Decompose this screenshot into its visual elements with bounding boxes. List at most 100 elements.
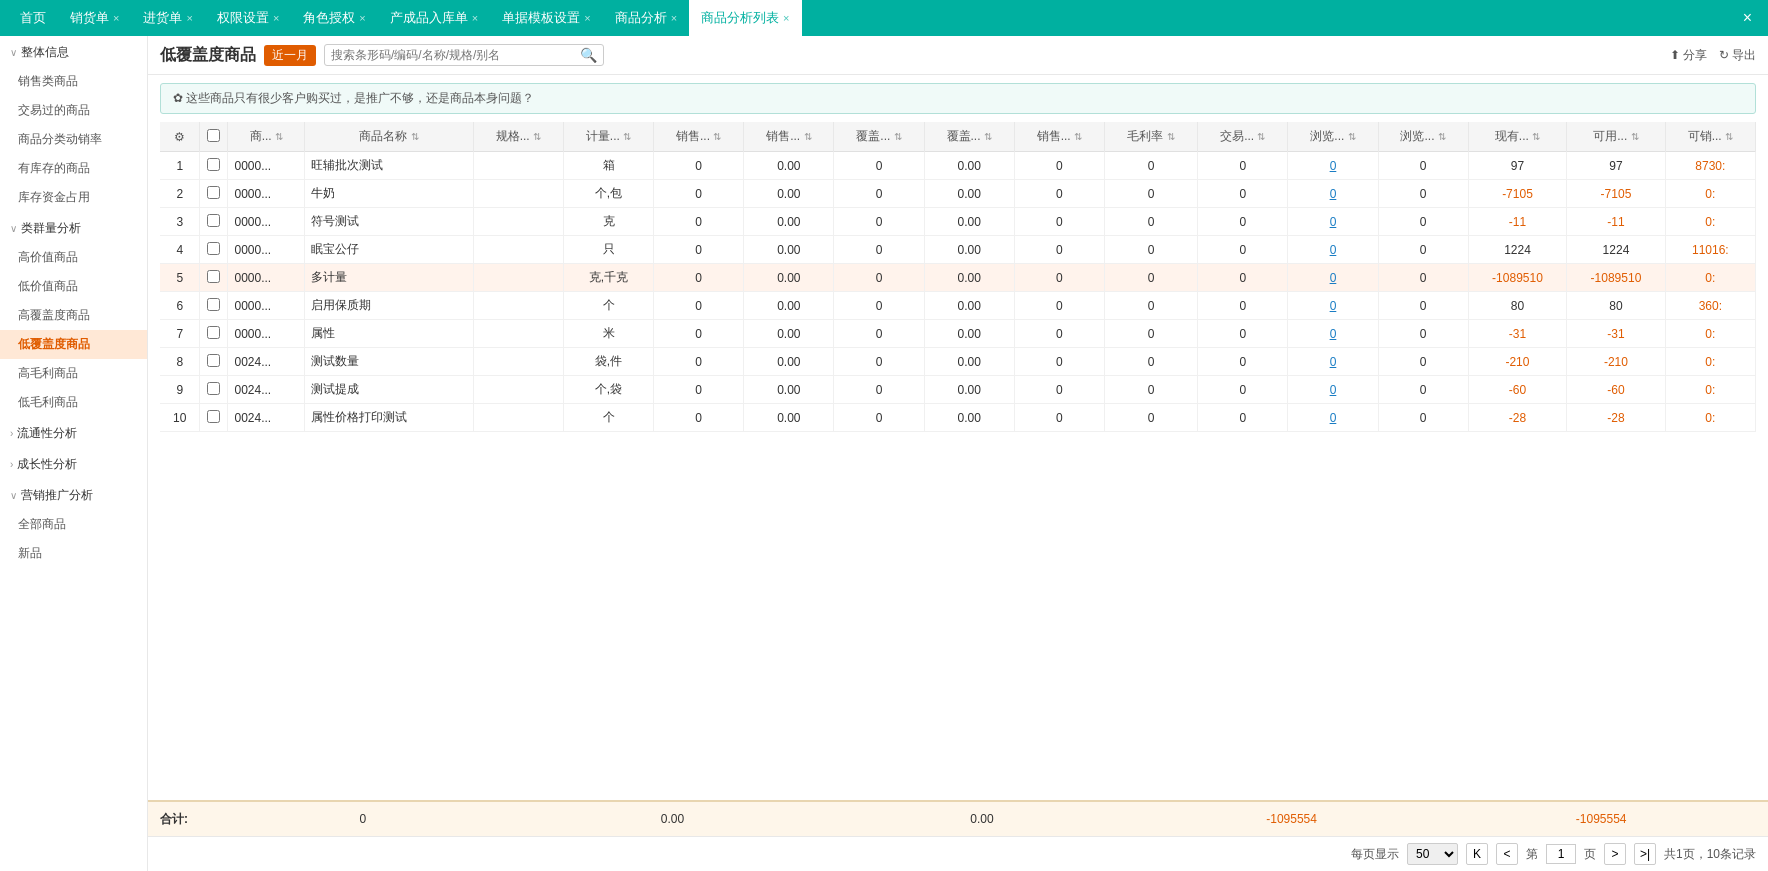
nav-permission-settings-close[interactable]: × — [273, 12, 279, 24]
row-checkbox[interactable] — [207, 382, 220, 395]
export-button[interactable]: ↻ 导出 — [1719, 47, 1756, 64]
col-trade[interactable]: 交易... ⇅ — [1198, 122, 1288, 152]
row-browse1[interactable]: 0 — [1288, 292, 1378, 320]
sidebar-section-marketing-analysis[interactable]: ∨ 营销推广分析 — [0, 479, 147, 510]
row-browse1[interactable]: 0 — [1288, 320, 1378, 348]
nav-home[interactable]: 首页 — [8, 0, 58, 36]
nav-product-analysis-close[interactable]: × — [671, 12, 677, 24]
col-coverage1[interactable]: 覆盖... ⇅ — [834, 122, 924, 152]
row-gross: 0 — [1104, 208, 1197, 236]
nav-template-settings[interactable]: 单据模板设置 × — [490, 0, 602, 36]
row-checkbox[interactable] — [207, 186, 220, 199]
sidebar-section-overall[interactable]: ∨ 整体信息 — [0, 36, 147, 67]
col-settings[interactable]: ⚙ — [160, 122, 200, 152]
row-browse1[interactable]: 0 — [1288, 152, 1378, 180]
nav-product-analysis-list-close[interactable]: × — [783, 12, 789, 24]
sidebar-item-high-value[interactable]: 高价值商品 — [0, 243, 147, 272]
row-browse1[interactable]: 0 — [1288, 404, 1378, 432]
sidebar-section-group-analysis[interactable]: ∨ 类群量分析 — [0, 212, 147, 243]
first-page-button[interactable]: K — [1466, 843, 1488, 865]
row-sales-count: 0 — [654, 348, 744, 376]
sidebar-item-stock-funds[interactable]: 库存资金占用 — [0, 183, 147, 212]
row-name: 测试提成 — [305, 376, 473, 404]
search-input[interactable] — [331, 48, 580, 62]
row-browse2: 0 — [1378, 208, 1468, 236]
nav-sales-order-close[interactable]: × — [113, 12, 119, 24]
sidebar-item-low-coverage[interactable]: 低覆盖度商品 — [0, 330, 147, 359]
nav-product-analysis[interactable]: 商品分析 × — [603, 0, 689, 36]
row-checkbox[interactable] — [207, 326, 220, 339]
table-container[interactable]: ⚙ 商... ⇅ 商品名称 ⇅ 规格... ⇅ 计量... ⇅ 销售... ⇅ … — [148, 122, 1768, 800]
col-code[interactable]: 商... ⇅ — [228, 122, 305, 152]
row-num: 1 — [160, 152, 200, 180]
row-unit: 袋,件 — [563, 348, 653, 376]
sidebar-item-new-goods[interactable]: 新品 — [0, 539, 147, 568]
current-page-input[interactable] — [1546, 844, 1576, 864]
col-gross-rate[interactable]: 毛利率 ⇅ — [1104, 122, 1197, 152]
sidebar-item-low-margin[interactable]: 低毛利商品 — [0, 388, 147, 417]
row-checkbox[interactable] — [207, 242, 220, 255]
col-checkbox[interactable] — [200, 122, 228, 152]
row-current: 97 — [1468, 152, 1566, 180]
col-unit[interactable]: 计量... ⇅ — [563, 122, 653, 152]
next-page-button[interactable]: > — [1604, 843, 1626, 865]
nav-role-auth[interactable]: 角色授权 × — [291, 0, 377, 36]
col-browse1[interactable]: 浏览... ⇅ — [1288, 122, 1378, 152]
sidebar-item-all-goods[interactable]: 全部商品 — [0, 510, 147, 539]
per-page-select[interactable]: 10 20 50 100 — [1407, 843, 1458, 865]
row-browse1[interactable]: 0 — [1288, 208, 1378, 236]
sidebar-item-low-value[interactable]: 低价值商品 — [0, 272, 147, 301]
prev-page-button[interactable]: < — [1496, 843, 1518, 865]
sidebar-item-high-margin[interactable]: 高毛利商品 — [0, 359, 147, 388]
search-icon[interactable]: 🔍 — [580, 47, 597, 63]
sidebar-item-traded-goods[interactable]: 交易过的商品 — [0, 96, 147, 125]
select-all-checkbox[interactable] — [207, 129, 220, 142]
nav-purchase-order-close[interactable]: × — [186, 12, 192, 24]
nav-role-auth-close[interactable]: × — [359, 12, 365, 24]
share-button[interactable]: ⬆ 分享 — [1670, 47, 1707, 64]
nav-sales-order[interactable]: 销货单 × — [58, 0, 131, 36]
row-browse1[interactable]: 0 — [1288, 180, 1378, 208]
nav-purchase-order[interactable]: 进货单 × — [131, 0, 204, 36]
row-num: 10 — [160, 404, 200, 432]
col-sales-count[interactable]: 销售... ⇅ — [654, 122, 744, 152]
sidebar-item-sales-goods[interactable]: 销售类商品 — [0, 67, 147, 96]
row-checkbox[interactable] — [207, 214, 220, 227]
row-checkbox[interactable] — [207, 270, 220, 283]
col-coverage2[interactable]: 覆盖... ⇅ — [924, 122, 1014, 152]
row-browse1[interactable]: 0 — [1288, 348, 1378, 376]
col-browse2[interactable]: 浏览... ⇅ — [1378, 122, 1468, 152]
col-sales3[interactable]: 销售... ⇅ — [1014, 122, 1104, 152]
row-saleable: 0: — [1665, 320, 1755, 348]
date-filter-button[interactable]: 近一月 — [264, 45, 316, 66]
row-trade: 0 — [1198, 376, 1288, 404]
row-browse1[interactable]: 0 — [1288, 376, 1378, 404]
nav-product-entry-close[interactable]: × — [472, 12, 478, 24]
row-unit: 克,千克 — [563, 264, 653, 292]
row-checkbox[interactable] — [207, 298, 220, 311]
sidebar-section-flow-analysis[interactable]: › 流通性分析 — [0, 417, 147, 448]
nav-product-entry[interactable]: 产成品入库单 × — [378, 0, 490, 36]
nav-product-analysis-list[interactable]: 商品分析列表 × — [689, 0, 801, 36]
close-all-btn[interactable]: × — [1735, 9, 1760, 27]
sidebar-item-high-coverage[interactable]: 高覆盖度商品 — [0, 301, 147, 330]
nav-template-settings-close[interactable]: × — [584, 12, 590, 24]
sidebar-section-growth-analysis[interactable]: › 成长性分析 — [0, 448, 147, 479]
sidebar-item-stock-goods[interactable]: 有库存的商品 — [0, 154, 147, 183]
sidebar-item-category-rate[interactable]: 商品分类动销率 — [0, 125, 147, 154]
nav-permission-settings[interactable]: 权限设置 × — [205, 0, 291, 36]
row-checkbox[interactable] — [207, 158, 220, 171]
col-current[interactable]: 现有... ⇅ — [1468, 122, 1566, 152]
col-available[interactable]: 可用... ⇅ — [1567, 122, 1665, 152]
last-page-button[interactable]: >| — [1634, 843, 1656, 865]
row-trade: 0 — [1198, 320, 1288, 348]
row-trade: 0 — [1198, 292, 1288, 320]
col-sales-amount[interactable]: 销售... ⇅ — [744, 122, 834, 152]
row-browse1[interactable]: 0 — [1288, 264, 1378, 292]
col-saleable[interactable]: 可销... ⇅ — [1665, 122, 1755, 152]
col-name[interactable]: 商品名称 ⇅ — [305, 122, 473, 152]
row-checkbox[interactable] — [207, 354, 220, 367]
row-browse1[interactable]: 0 — [1288, 236, 1378, 264]
col-spec[interactable]: 规格... ⇅ — [473, 122, 563, 152]
row-checkbox[interactable] — [207, 410, 220, 423]
